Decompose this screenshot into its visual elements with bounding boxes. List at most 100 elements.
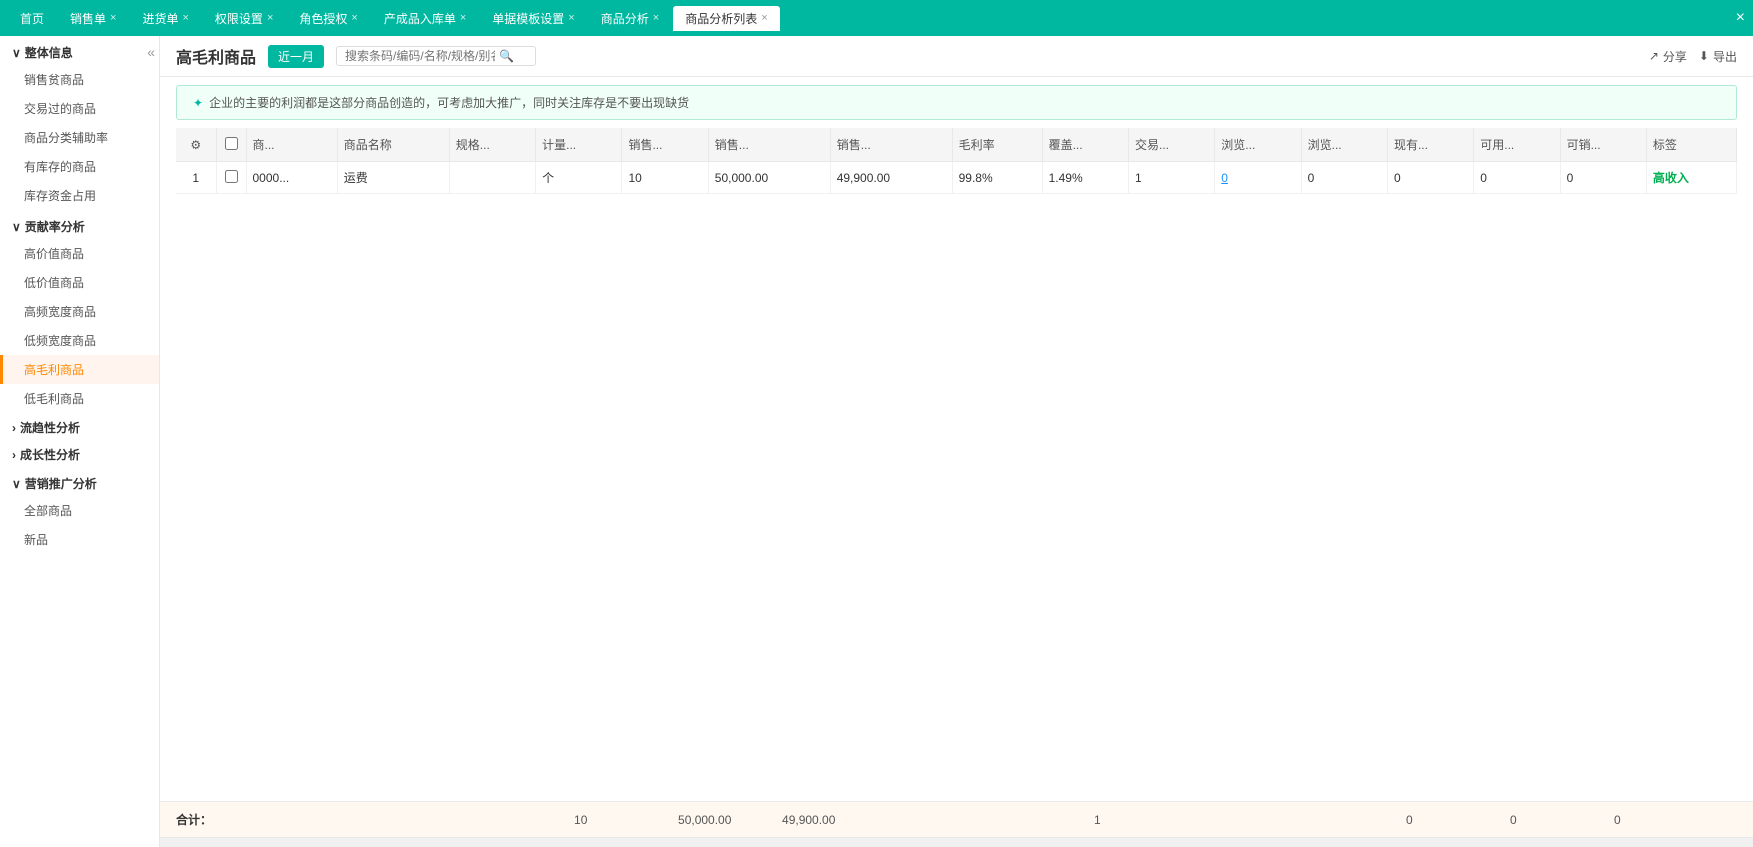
select-all-checkbox[interactable]	[225, 137, 238, 150]
close-products-in-tab[interactable]: ×	[460, 12, 466, 24]
sidebar-item-inventory-capital[interactable]: 库存资金占用	[0, 181, 159, 210]
th-sellable[interactable]: 可销...	[1560, 128, 1646, 162]
sidebar-item-new-goods[interactable]: 新品	[0, 525, 159, 554]
row-sales-amount: 50,000.00	[708, 162, 830, 194]
row-margin-rate: 99.8%	[952, 162, 1042, 194]
th-browse2[interactable]: 浏览...	[1301, 128, 1387, 162]
th-browse1[interactable]: 浏览...	[1215, 128, 1301, 162]
th-cover[interactable]: 覆盖...	[1042, 128, 1128, 162]
th-sales-qty[interactable]: 销售...	[622, 128, 708, 162]
close-template-tab[interactable]: ×	[568, 12, 574, 24]
row-browse1[interactable]: 0	[1215, 162, 1301, 194]
search-icon[interactable]: 🔍	[499, 49, 514, 63]
chevron-right-icon2: ›	[12, 448, 16, 462]
table-row: 1 0000... 运费 个 10 50,000.00 49,900.00 99…	[176, 162, 1737, 194]
row-checkbox-cell[interactable]	[216, 162, 246, 194]
sidebar-group-growth[interactable]: › 成长性分析	[0, 440, 159, 467]
search-box[interactable]: 🔍	[336, 46, 536, 66]
row-unit: 个	[536, 162, 622, 194]
horizontal-scrollbar[interactable]	[160, 837, 1753, 847]
sidebar: « ∨ 整体信息 销售贫商品 交易过的商品 商品分类辅助率 有库存的商品 库存资…	[0, 36, 160, 847]
th-margin-rate[interactable]: 毛利率	[952, 128, 1042, 162]
sidebar-item-high-margin[interactable]: 高毛利商品	[0, 355, 159, 384]
data-table: ⚙ 商... 商品名称 规格... 计量... 销售... 销售... 销售..…	[176, 128, 1737, 194]
footer-sales-cost: 49,900.00	[782, 813, 862, 827]
sidebar-item-all-goods[interactable]: 全部商品	[0, 496, 159, 525]
chevron-down-icon2: ∨	[12, 220, 21, 234]
row-sales-qty: 10	[622, 162, 708, 194]
search-input[interactable]	[345, 49, 495, 63]
sidebar-group-overall[interactable]: ∨ 整体信息	[0, 36, 159, 65]
sidebar-item-inventory-goods[interactable]: 有库存的商品	[0, 152, 159, 181]
table-header-row: ⚙ 商... 商品名称 规格... 计量... 销售... 销售... 销售..…	[176, 128, 1737, 162]
footer-sales-qty: 10	[574, 813, 654, 827]
th-code[interactable]: 商...	[246, 128, 337, 162]
footer-total-bar: 合计： 10 50,000.00 49,900.00 1 0 0 0	[160, 801, 1753, 837]
sidebar-group-financial[interactable]: ∨ 贡献率分析	[0, 210, 159, 239]
table-container: ⚙ 商... 商品名称 规格... 计量... 销售... 销售... 销售..…	[160, 128, 1753, 801]
th-unit[interactable]: 计量...	[536, 128, 622, 162]
th-spec[interactable]: 规格...	[449, 128, 535, 162]
sidebar-item-traded-goods[interactable]: 交易过的商品	[0, 94, 159, 123]
chevron-down-icon: ∨	[12, 46, 21, 60]
close-purchase-tab[interactable]: ×	[182, 12, 188, 24]
row-checkbox[interactable]	[225, 170, 238, 183]
chevron-right-icon: ›	[12, 421, 16, 435]
close-roles-tab[interactable]: ×	[351, 12, 357, 24]
tab-analysis[interactable]: 商品分析 ×	[589, 6, 671, 31]
chevron-down-icon3: ∨	[12, 477, 21, 491]
sidebar-item-low-margin[interactable]: 低毛利商品	[0, 384, 159, 413]
close-analysis-list-tab[interactable]: ×	[761, 12, 767, 24]
export-icon: ⬇	[1699, 49, 1709, 63]
th-tag[interactable]: 标签	[1646, 128, 1736, 162]
sidebar-item-high-value[interactable]: 高价值商品	[0, 239, 159, 268]
row-tag: 高收入	[1646, 162, 1736, 194]
share-button[interactable]: ↗ 分享	[1649, 48, 1687, 65]
export-button[interactable]: ⬇ 导出	[1699, 48, 1737, 65]
checkbox-col-header[interactable]	[216, 128, 246, 162]
tab-template[interactable]: 单据模板设置 ×	[480, 6, 586, 31]
sidebar-item-low-freq[interactable]: 低频宽度商品	[0, 326, 159, 355]
close-all-tabs[interactable]: ×	[1736, 9, 1745, 27]
sidebar-item-low-value[interactable]: 低价值商品	[0, 268, 159, 297]
sidebar-group-trend[interactable]: › 流趋性分析	[0, 413, 159, 440]
tab-home[interactable]: 首页	[8, 6, 56, 31]
close-sales-tab[interactable]: ×	[110, 12, 116, 24]
info-icon: ✦	[193, 96, 203, 110]
th-available[interactable]: 可用...	[1474, 128, 1560, 162]
footer-sellable: 0	[1614, 813, 1694, 827]
th-name[interactable]: 商品名称	[337, 128, 449, 162]
tab-sales[interactable]: 销售单 ×	[58, 6, 128, 31]
sidebar-item-analysis-assist[interactable]: 商品分类辅助率	[0, 123, 159, 152]
close-analysis-tab[interactable]: ×	[653, 12, 659, 24]
footer-current: 0	[1406, 813, 1486, 827]
tab-roles[interactable]: 角色授权 ×	[287, 6, 369, 31]
sidebar-item-sales-goods[interactable]: 销售贫商品	[0, 65, 159, 94]
close-permissions-tab[interactable]: ×	[267, 12, 273, 24]
share-icon: ↗	[1649, 49, 1659, 63]
sidebar-collapse-btn[interactable]: «	[147, 44, 155, 60]
footer-sales-amount: 50,000.00	[678, 813, 758, 827]
row-code: 0000...	[246, 162, 337, 194]
tab-products-in[interactable]: 产成品入库单 ×	[372, 6, 478, 31]
time-filter-button[interactable]: 近一月	[268, 45, 324, 68]
row-sellable: 0	[1560, 162, 1646, 194]
page-title: 高毛利商品	[176, 44, 256, 68]
row-spec	[449, 162, 535, 194]
th-trade[interactable]: 交易...	[1128, 128, 1214, 162]
footer-label: 合计：	[176, 811, 212, 828]
th-sales-amount[interactable]: 销售...	[708, 128, 830, 162]
row-trade: 1	[1128, 162, 1214, 194]
footer-available: 0	[1510, 813, 1590, 827]
th-current[interactable]: 现有...	[1387, 128, 1473, 162]
row-current: 0	[1387, 162, 1473, 194]
sidebar-group-marketing[interactable]: ∨ 营销推广分析	[0, 467, 159, 496]
row-sales-cost: 49,900.00	[830, 162, 952, 194]
th-sales-cost[interactable]: 销售...	[830, 128, 952, 162]
tab-analysis-list[interactable]: 商品分析列表 ×	[673, 6, 779, 31]
sidebar-item-high-freq[interactable]: 高频宽度商品	[0, 297, 159, 326]
row-cover: 1.49%	[1042, 162, 1128, 194]
tab-purchase[interactable]: 进货单 ×	[130, 6, 200, 31]
settings-col-header[interactable]: ⚙	[176, 128, 216, 162]
tab-permissions[interactable]: 权限设置 ×	[203, 6, 285, 31]
